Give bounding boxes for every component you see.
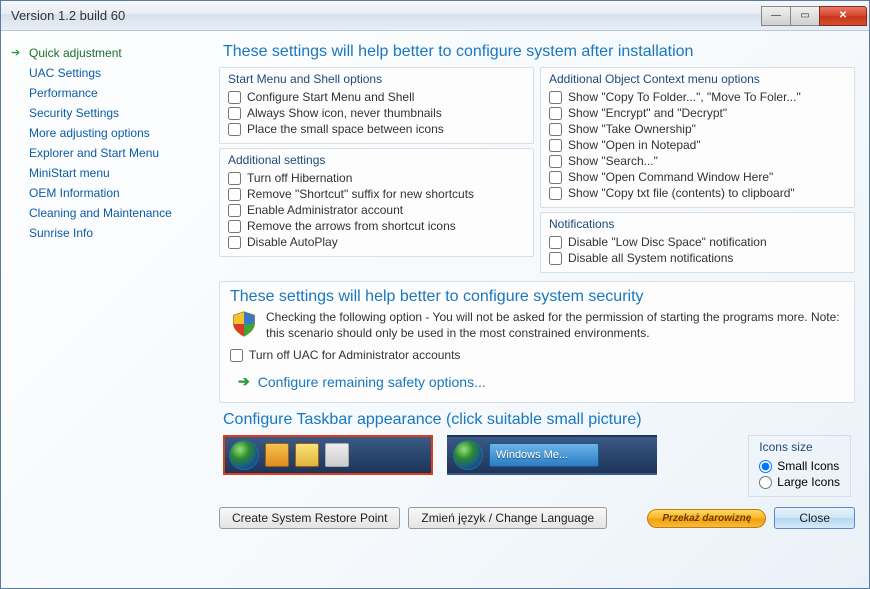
taskbar-icon bbox=[295, 443, 319, 467]
titlebar: Version 1.2 build 60 — ▭ ✕ bbox=[1, 1, 869, 31]
window-controls: — ▭ ✕ bbox=[762, 6, 867, 26]
nav-security-settings[interactable]: Security Settings bbox=[11, 103, 211, 123]
taskbar-preview-large[interactable]: Windows Me... bbox=[447, 435, 657, 475]
change-language-button[interactable]: Zmień język / Change Language bbox=[408, 507, 607, 529]
opt-always-show-icon[interactable]: Always Show icon, never thumbnails bbox=[228, 105, 525, 121]
nav-more-adjusting[interactable]: More adjusting options bbox=[11, 123, 211, 143]
nav-list: Quick adjustment UAC Settings Performanc… bbox=[11, 43, 211, 243]
additional-panel: Additional settings Turn off Hibernation… bbox=[219, 148, 534, 257]
configure-safety-link[interactable]: ➔ Configure remaining safety options... bbox=[238, 373, 844, 390]
opt-remove-shortcut-suffix[interactable]: Remove "Shortcut" suffix for new shortcu… bbox=[228, 186, 525, 202]
section2-title: These settings will help better to confi… bbox=[230, 288, 844, 306]
nav-oem-info[interactable]: OEM Information bbox=[11, 183, 211, 203]
opt-small-space-icons[interactable]: Place the small space between icons bbox=[228, 121, 525, 137]
opt-turn-off-uac[interactable]: Turn off UAC for Administrator accounts bbox=[230, 347, 844, 363]
security-info: Checking the following option - You will… bbox=[266, 310, 844, 341]
shield-icon bbox=[230, 310, 258, 338]
nav-explorer-start[interactable]: Explorer and Start Menu bbox=[11, 143, 211, 163]
opt-open-cmd[interactable]: Show "Open Command Window Here" bbox=[549, 169, 846, 185]
context-title: Additional Object Context menu options bbox=[549, 72, 846, 86]
opt-take-ownership[interactable]: Show "Take Ownership" bbox=[549, 121, 846, 137]
main-panel: These settings will help better to confi… bbox=[211, 31, 869, 588]
taskbar-preview-small[interactable] bbox=[223, 435, 433, 475]
opt-turn-off-hibernation[interactable]: Turn off Hibernation bbox=[228, 170, 525, 186]
nav-performance[interactable]: Performance bbox=[11, 83, 211, 103]
taskbar-icon bbox=[325, 443, 349, 467]
opt-search[interactable]: Show "Search..." bbox=[549, 153, 846, 169]
maximize-button[interactable]: ▭ bbox=[790, 6, 820, 26]
opt-disable-autoplay[interactable]: Disable AutoPlay bbox=[228, 234, 525, 250]
taskbar-icon bbox=[265, 443, 289, 467]
radio-small-icons[interactable]: Small Icons bbox=[759, 458, 840, 474]
context-panel: Additional Object Context menu options S… bbox=[540, 67, 855, 208]
donate-button[interactable]: Przekaż darowiznę bbox=[647, 509, 766, 528]
nav-sunrise-info[interactable]: Sunrise Info bbox=[11, 223, 211, 243]
start-orb-icon bbox=[229, 440, 259, 470]
notifications-title: Notifications bbox=[549, 217, 846, 231]
notifications-panel: Notifications Disable "Low Disc Space" n… bbox=[540, 212, 855, 273]
close-window-button[interactable]: ✕ bbox=[819, 6, 867, 26]
icons-size-group: Icons size Small Icons Large Icons bbox=[748, 435, 851, 497]
icons-size-title: Icons size bbox=[759, 440, 840, 454]
app-window: Version 1.2 build 60 — ▭ ✕ Quick adjustm… bbox=[0, 0, 870, 589]
opt-remove-arrows[interactable]: Remove the arrows from shortcut icons bbox=[228, 218, 525, 234]
window-title: Version 1.2 build 60 bbox=[11, 8, 762, 23]
opt-encrypt-decrypt[interactable]: Show "Encrypt" and "Decrypt" bbox=[549, 105, 846, 121]
opt-disable-lowdisk[interactable]: Disable "Low Disc Space" notification bbox=[549, 234, 846, 250]
taskbar-button-labeled: Windows Me... bbox=[489, 443, 599, 467]
opt-configure-start-menu[interactable]: Configure Start Menu and Shell bbox=[228, 89, 525, 105]
create-restore-button[interactable]: Create System Restore Point bbox=[219, 507, 400, 529]
section3-title: Configure Taskbar appearance (click suit… bbox=[223, 411, 855, 429]
sidebar: Quick adjustment UAC Settings Performanc… bbox=[1, 31, 211, 588]
opt-open-notepad[interactable]: Show "Open in Notepad" bbox=[549, 137, 846, 153]
radio-large-icons[interactable]: Large Icons bbox=[759, 474, 840, 490]
nav-cleaning[interactable]: Cleaning and Maintenance bbox=[11, 203, 211, 223]
section1-title: These settings will help better to confi… bbox=[223, 43, 855, 61]
opt-copy-txt[interactable]: Show "Copy txt file (contents) to clipbo… bbox=[549, 185, 846, 201]
opt-disable-all-notif[interactable]: Disable all System notifications bbox=[549, 250, 846, 266]
app-body: Quick adjustment UAC Settings Performanc… bbox=[1, 31, 869, 588]
security-panel: These settings will help better to confi… bbox=[219, 281, 855, 403]
nav-quick-adjustment[interactable]: Quick adjustment bbox=[11, 43, 211, 63]
startmenu-panel: Start Menu and Shell options Configure S… bbox=[219, 67, 534, 144]
nav-uac-settings[interactable]: UAC Settings bbox=[11, 63, 211, 83]
bottom-bar: Create System Restore Point Zmień język … bbox=[219, 507, 855, 529]
arrow-right-icon: ➔ bbox=[238, 373, 250, 390]
start-orb-icon bbox=[453, 440, 483, 470]
minimize-button[interactable]: — bbox=[761, 6, 791, 26]
startmenu-title: Start Menu and Shell options bbox=[228, 72, 525, 86]
nav-ministart[interactable]: MiniStart menu bbox=[11, 163, 211, 183]
opt-copy-move-folder[interactable]: Show "Copy To Folder...", "Move To Foler… bbox=[549, 89, 846, 105]
additional-title: Additional settings bbox=[228, 153, 525, 167]
close-button[interactable]: Close bbox=[774, 507, 855, 529]
opt-enable-admin[interactable]: Enable Administrator account bbox=[228, 202, 525, 218]
